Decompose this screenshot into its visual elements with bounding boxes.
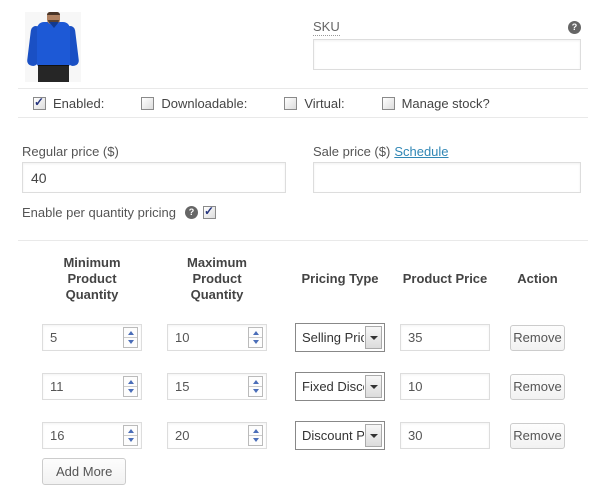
header-pricing-type: Pricing Type	[301, 271, 379, 286]
product-edit-panel: SKU ? ✓ Enabled: Downloadable: Virtual: …	[0, 0, 600, 496]
enabled-checkbox[interactable]: ✓	[33, 94, 46, 110]
model-pants	[38, 66, 69, 82]
downloadable-label: Downloadable:	[161, 95, 248, 111]
spinner-down-icon[interactable]	[124, 337, 137, 347]
spinner-down-icon[interactable]	[249, 337, 262, 347]
spinner	[123, 376, 138, 397]
sku-input[interactable]	[313, 39, 581, 70]
regular-price-label: Regular price ($)	[22, 144, 119, 159]
sku-label: SKU	[313, 19, 340, 36]
section-divider	[18, 240, 588, 241]
option-enabled: ✓ Enabled:	[33, 94, 105, 111]
shirt-collar	[49, 22, 59, 28]
spinner	[123, 425, 138, 446]
product-price-input[interactable]	[400, 373, 490, 400]
product-price-input[interactable]	[400, 422, 490, 449]
variation-options-row: ✓ Enabled: Downloadable: Virtual: Manage…	[18, 88, 588, 118]
downloadable-checkbox[interactable]	[141, 96, 155, 110]
dropdown-arrow-icon[interactable]	[365, 326, 382, 349]
min-quantity-stepper[interactable]	[42, 324, 142, 351]
product-price-input[interactable]	[400, 324, 490, 351]
remove-button[interactable]: Remove	[510, 373, 565, 400]
option-virtual: Virtual:	[284, 95, 345, 111]
header-max-quantity: Maximum Product Quantity	[187, 255, 247, 302]
quantity-pricing-table: Minimum Product Quantity Maximum Product…	[42, 255, 565, 450]
max-quantity-stepper[interactable]	[167, 373, 267, 400]
option-downloadable: Downloadable:	[141, 96, 247, 111]
sale-price-input[interactable]	[313, 162, 581, 193]
remove-button[interactable]: Remove	[510, 324, 565, 351]
per-quantity-help-icon[interactable]: ?	[184, 206, 198, 219]
pricing-type-value: Discount Per	[302, 428, 364, 443]
regular-price-input[interactable]	[22, 162, 286, 193]
check-icon: ✓	[203, 204, 214, 218]
table-header-row: Minimum Product Quantity Maximum Product…	[42, 255, 565, 303]
spinner-down-icon[interactable]	[124, 435, 137, 445]
pricing-type-select[interactable]: Fixed Discou	[295, 372, 385, 401]
option-manage-stock: Manage stock?	[381, 95, 490, 111]
min-quantity-stepper[interactable]	[42, 422, 142, 449]
header-product-price: Product Price	[402, 271, 488, 286]
manage-stock-checkbox[interactable]	[381, 96, 395, 110]
shirt-torso	[37, 22, 70, 66]
sku-label-row: SKU ?	[313, 19, 581, 36]
virtual-checkbox[interactable]	[284, 96, 298, 110]
dropdown-arrow-icon[interactable]	[365, 375, 382, 398]
spinner	[248, 425, 263, 446]
header-min-quantity: Minimum Product Quantity	[63, 255, 121, 302]
sale-price-label-row: Sale price ($) Schedule	[313, 144, 449, 159]
model-hair	[47, 12, 60, 15]
product-price-field	[400, 324, 490, 351]
enable-per-quantity-label: Enable per quantity pricing	[22, 205, 176, 220]
virtual-label: Virtual:	[304, 95, 345, 111]
manage-stock-label: Manage stock?	[401, 95, 490, 111]
max-quantity-stepper[interactable]	[167, 324, 267, 351]
remove-button[interactable]: Remove	[510, 422, 565, 449]
spinner	[248, 327, 263, 348]
min-quantity-stepper[interactable]	[42, 373, 142, 400]
spinner-down-icon[interactable]	[249, 435, 262, 445]
dropdown-arrow-icon[interactable]	[365, 424, 382, 447]
pricing-type-value: Fixed Discou	[302, 379, 364, 394]
pricing-type-select[interactable]: Selling Price	[295, 323, 385, 352]
enabled-label: Enabled:	[53, 95, 105, 111]
sku-help-icon[interactable]: ?	[568, 21, 581, 34]
enable-per-quantity-row: Enable per quantity pricing ? ✓	[22, 204, 216, 220]
table-row: Fixed Discou Remove	[42, 372, 565, 401]
product-price-field	[400, 422, 490, 449]
check-icon: ✓	[34, 94, 45, 109]
per-quantity-checkbox[interactable]: ✓	[202, 204, 216, 219]
spinner	[248, 376, 263, 397]
pricing-type-value: Selling Price	[302, 330, 364, 345]
spinner-down-icon[interactable]	[249, 386, 262, 396]
sale-price-label: Sale price ($)	[313, 144, 391, 159]
product-thumbnail[interactable]	[25, 12, 81, 82]
max-quantity-stepper[interactable]	[167, 422, 267, 449]
header-action: Action	[517, 271, 558, 286]
table-row: Discount Per Remove	[42, 421, 565, 450]
table-row: Selling Price Remove	[42, 323, 565, 352]
add-more-button[interactable]: Add More	[42, 458, 127, 485]
pricing-type-select[interactable]: Discount Per	[295, 421, 385, 450]
schedule-link[interactable]: Schedule	[394, 144, 448, 159]
spinner-down-icon[interactable]	[124, 386, 137, 396]
product-price-field	[400, 373, 490, 400]
spinner	[123, 327, 138, 348]
